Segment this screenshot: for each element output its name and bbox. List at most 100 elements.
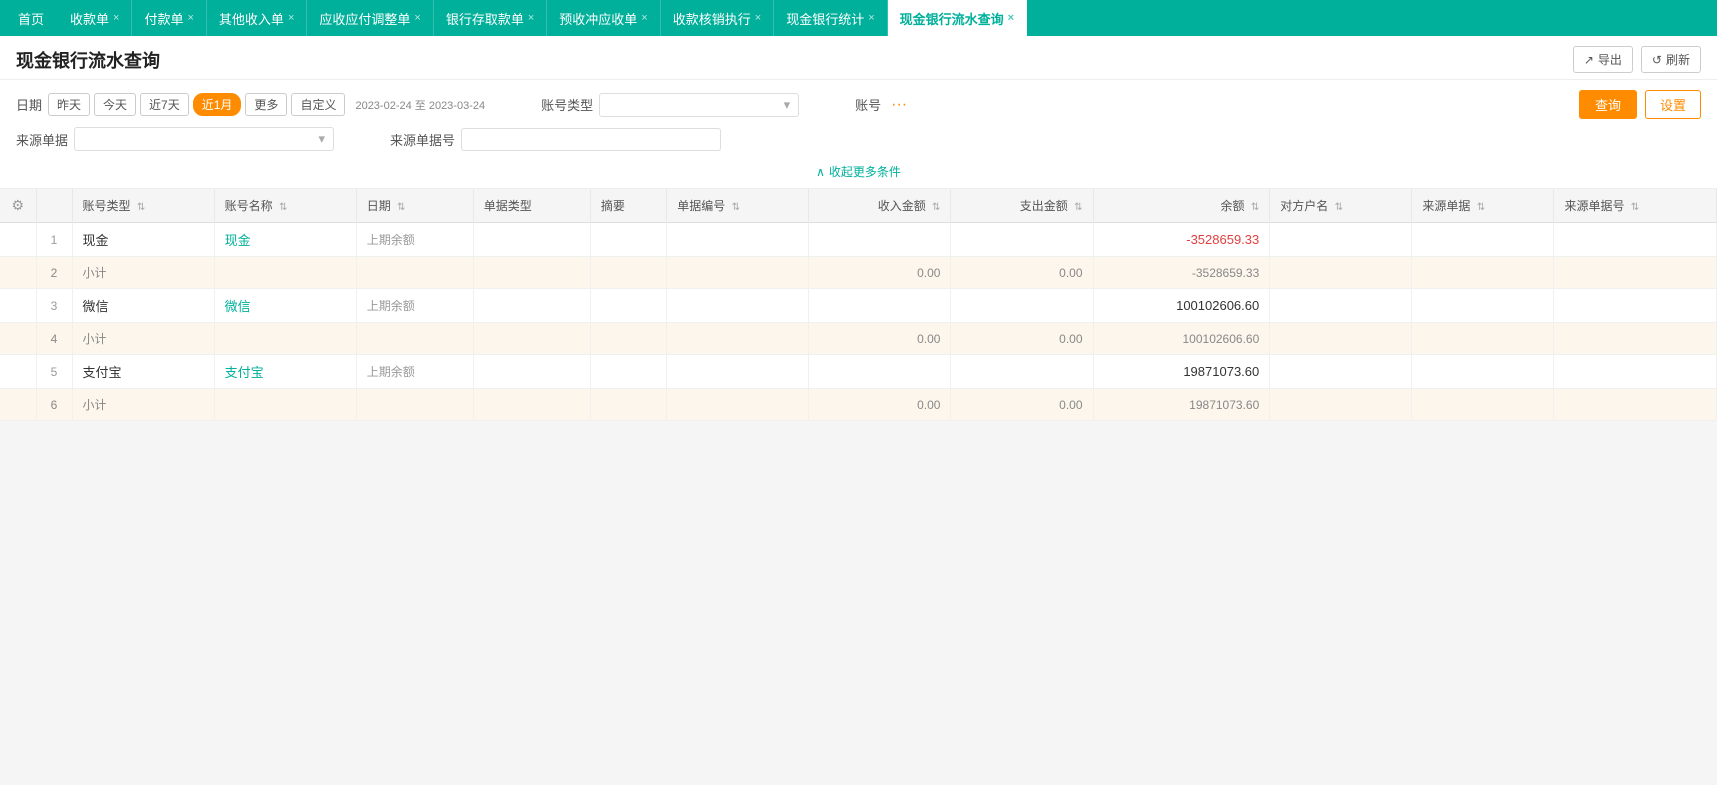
- refresh-button[interactable]: ↺ 刷新: [1641, 46, 1701, 73]
- close-icon[interactable]: ×: [528, 12, 534, 24]
- date-btn-more[interactable]: 更多: [245, 93, 287, 116]
- cell-date: 上期余额: [356, 223, 473, 257]
- account-label: 账号: [855, 95, 881, 114]
- sort-icon: ⇅: [397, 202, 405, 213]
- date-buttons: 昨天 今天 近7天 近1月 更多 自定义: [48, 93, 345, 116]
- col-balance[interactable]: 余额 ⇅: [1093, 189, 1270, 223]
- account-dots-button[interactable]: ···: [887, 96, 911, 114]
- row-gear: [0, 389, 36, 421]
- nav-tab-shoukuan-hexiao[interactable]: 收款核销执行 ×: [661, 0, 774, 36]
- cell-account-type: 微信: [72, 289, 214, 323]
- data-table-container: ⚙ 账号类型 ⇅ 账号名称 ⇅ 日期 ⇅ 单据类型 摘要 单据编号: [0, 189, 1717, 421]
- account-type-filter-group: 账号类型 ▾: [541, 93, 799, 117]
- cell-account-type: 小计: [72, 257, 214, 289]
- source-doc-label: 来源单据: [16, 130, 68, 149]
- row-number: 2: [36, 257, 72, 289]
- close-icon[interactable]: ×: [641, 12, 647, 24]
- cell-date: [356, 389, 473, 421]
- nav-tab-fukuan[interactable]: 付款单 ×: [132, 0, 206, 36]
- cell-account-type: 支付宝: [72, 355, 214, 389]
- cell-income: [809, 355, 951, 389]
- nav-tab-yingshou[interactable]: 应收应付调整单 ×: [307, 0, 433, 36]
- account-type-label: 账号类型: [541, 95, 593, 114]
- cell-income: 0.00: [809, 323, 951, 355]
- col-account-name[interactable]: 账号名称 ⇅: [214, 189, 356, 223]
- date-btn-yesterday[interactable]: 昨天: [48, 93, 90, 116]
- account-type-select[interactable]: ▾: [599, 93, 799, 117]
- source-doc-no-input[interactable]: [461, 128, 721, 151]
- close-icon[interactable]: ×: [1008, 12, 1014, 24]
- col-counterparty[interactable]: 对方户名 ⇅: [1270, 189, 1412, 223]
- collapse-filter-button[interactable]: ∧ 收起更多条件: [16, 159, 1701, 182]
- source-doc-select[interactable]: ▾: [74, 127, 334, 151]
- cell-expense: 0.00: [951, 389, 1093, 421]
- row-gear: [0, 355, 36, 389]
- cell-counterparty: [1270, 355, 1412, 389]
- cell-account-name[interactable]: 微信: [214, 289, 356, 323]
- date-btn-1month[interactable]: 近1月: [193, 93, 242, 116]
- close-icon[interactable]: ×: [288, 12, 294, 24]
- nav-home[interactable]: 首页: [4, 0, 58, 36]
- nav-tab-liushui[interactable]: 现金银行流水查询 ×: [888, 0, 1027, 36]
- col-expense[interactable]: 支出金额 ⇅: [951, 189, 1093, 223]
- col-income[interactable]: 收入金额 ⇅: [809, 189, 951, 223]
- table-row: 4 小计 0.00 0.00 100102606.60: [0, 323, 1717, 355]
- chevron-down-icon: ▾: [318, 131, 325, 147]
- source-doc-no-filter-group: 来源单据号: [390, 128, 721, 151]
- filter-row-1: 日期 昨天 今天 近7天 近1月 更多 自定义 2023-02-24 至 202…: [16, 90, 1701, 119]
- table-row: 6 小计 0.00 0.00 19871073.60: [0, 389, 1717, 421]
- cell-summary: [590, 223, 666, 257]
- table-row: 5 支付宝 支付宝 上期余额 19871073.60: [0, 355, 1717, 389]
- cell-doc-no: [667, 289, 809, 323]
- cell-source-doc-no: [1554, 223, 1717, 257]
- chevron-down-icon: ▾: [784, 97, 791, 113]
- settings-button[interactable]: 设置: [1645, 90, 1701, 119]
- cell-source-doc-no: [1554, 389, 1717, 421]
- col-doc-no[interactable]: 单据编号 ⇅: [667, 189, 809, 223]
- cell-date: [356, 323, 473, 355]
- col-source-doc[interactable]: 来源单据 ⇅: [1412, 189, 1554, 223]
- sort-icon: ⇅: [1251, 202, 1259, 213]
- sort-icon: ⇅: [732, 202, 740, 213]
- close-icon[interactable]: ×: [755, 12, 761, 24]
- nav-tab-shoukuan[interactable]: 收款单 ×: [58, 0, 132, 36]
- cell-expense: [951, 223, 1093, 257]
- cell-account-name: [214, 389, 356, 421]
- cell-account-name[interactable]: 现金: [214, 223, 356, 257]
- close-icon[interactable]: ×: [187, 12, 193, 24]
- date-btn-today[interactable]: 今天: [94, 93, 136, 116]
- cell-balance: -3528659.33: [1093, 257, 1270, 289]
- nav-tab-yushou[interactable]: 预收冲应收单 ×: [547, 0, 660, 36]
- col-date[interactable]: 日期 ⇅: [356, 189, 473, 223]
- close-icon[interactable]: ×: [414, 12, 420, 24]
- row-gear: [0, 289, 36, 323]
- cell-date: [356, 257, 473, 289]
- top-navigation: 首页 收款单 × 付款单 × 其他收入单 × 应收应付调整单 × 银行存取款单 …: [0, 0, 1717, 36]
- col-source-doc-no[interactable]: 来源单据号 ⇅: [1554, 189, 1717, 223]
- table-settings-icon[interactable]: ⚙: [11, 197, 24, 213]
- cell-summary: [590, 323, 666, 355]
- date-btn-custom[interactable]: 自定义: [291, 93, 345, 116]
- cell-counterparty: [1270, 389, 1412, 421]
- cell-counterparty: [1270, 289, 1412, 323]
- nav-tab-tongji[interactable]: 现金银行统计 ×: [774, 0, 887, 36]
- close-icon[interactable]: ×: [113, 12, 119, 24]
- date-btn-7days[interactable]: 近7天: [140, 93, 189, 116]
- nav-tab-yinhang[interactable]: 银行存取款单 ×: [434, 0, 547, 36]
- cell-income: [809, 289, 951, 323]
- query-button[interactable]: 查询: [1579, 90, 1637, 119]
- export-button[interactable]: ↗ 导出: [1573, 46, 1633, 73]
- cell-doc-no: [667, 355, 809, 389]
- nav-tab-qita[interactable]: 其他收入单 ×: [207, 0, 307, 36]
- col-account-type[interactable]: 账号类型 ⇅: [72, 189, 214, 223]
- col-doc-type: 单据类型: [473, 189, 590, 223]
- cell-source-doc: [1412, 389, 1554, 421]
- cell-doc-type: [473, 289, 590, 323]
- cell-date: 上期余额: [356, 289, 473, 323]
- row-gear: [0, 323, 36, 355]
- cell-doc-no: [667, 223, 809, 257]
- cell-income: 0.00: [809, 389, 951, 421]
- cell-counterparty: [1270, 257, 1412, 289]
- cell-account-name[interactable]: 支付宝: [214, 355, 356, 389]
- close-icon[interactable]: ×: [868, 12, 874, 24]
